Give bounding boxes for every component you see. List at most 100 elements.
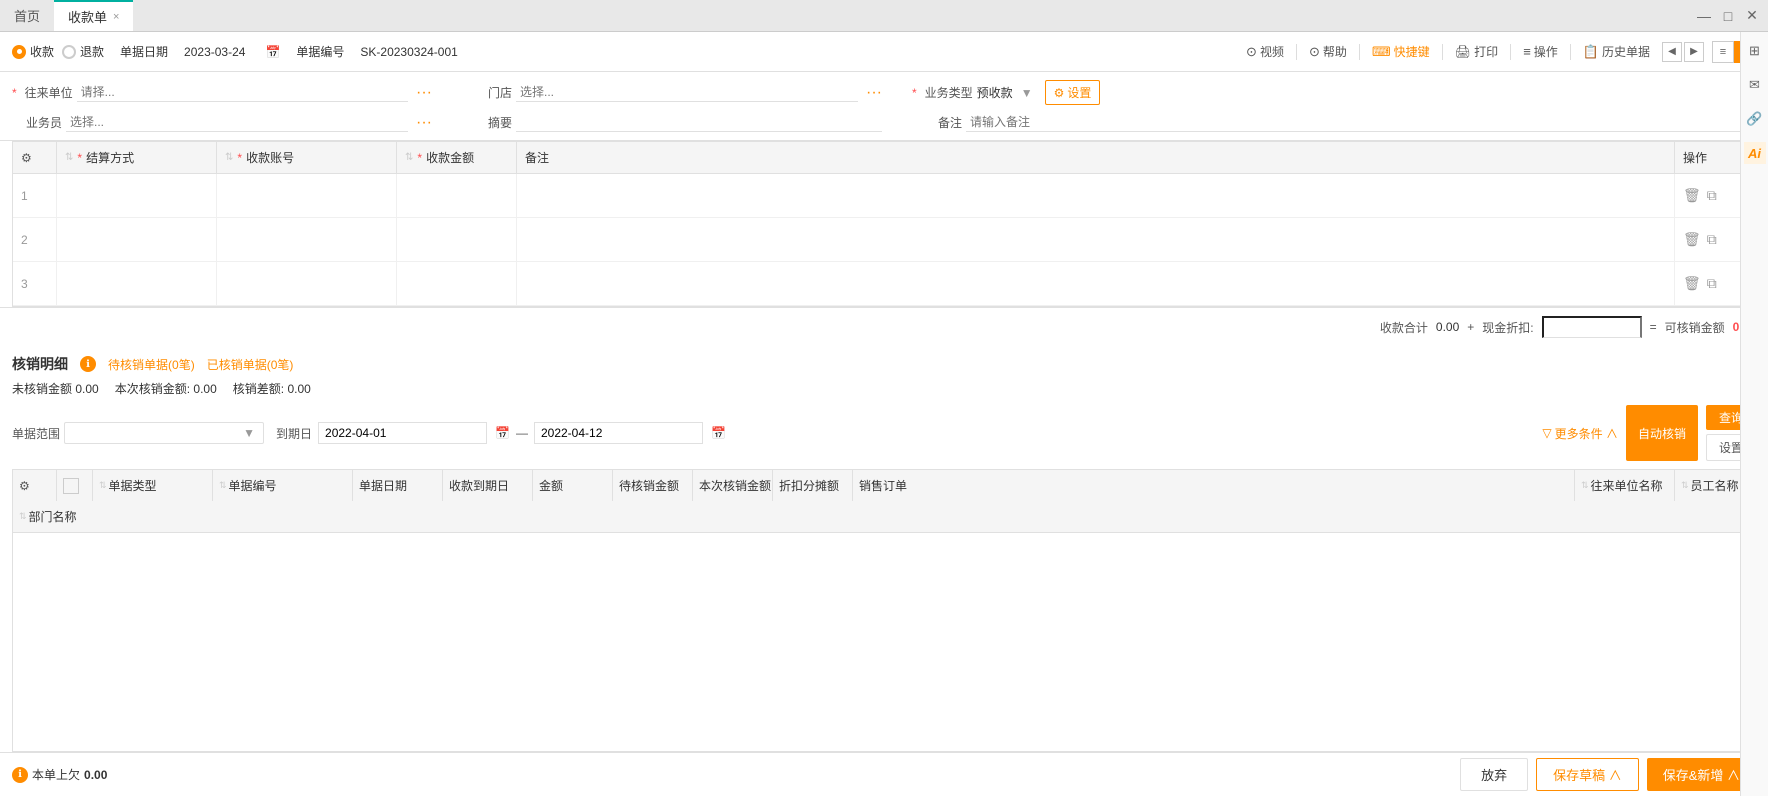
verify-header-checkbox[interactable] <box>63 478 79 494</box>
amount-sort[interactable]: ⇅ <box>405 152 413 163</box>
store-input[interactable] <box>516 83 858 102</box>
counterpart-input[interactable] <box>77 83 408 102</box>
verify-info-icon[interactable]: ℹ <box>80 356 96 372</box>
verify-filter-row: 单据范围 ▼ 到期日 📅 — 📅 ▽ <box>12 405 1756 461</box>
vth-dept-name: ⇅ 部门名称 <box>13 501 57 532</box>
amount-req: * <box>417 151 422 165</box>
row3-amount[interactable] <box>397 262 517 305</box>
discount-input[interactable] <box>1542 316 1642 338</box>
shortcut-icon: ⌨ <box>1372 44 1391 60</box>
sidebar-table-icon[interactable]: ⊞ <box>1744 40 1766 62</box>
prev-arrow[interactable]: ◀ <box>1662 42 1682 62</box>
sidebar-mail-icon[interactable]: ✉ <box>1744 74 1766 96</box>
salesperson-input[interactable] <box>66 113 408 132</box>
shortcut-button[interactable]: ⌨ 快捷键 <box>1368 41 1434 62</box>
print-button[interactable]: 🖨 打印 <box>1451 41 1503 62</box>
bill-date-calendar-icon[interactable]: 📅 <box>265 45 280 59</box>
bottom-info: ℹ 本单上欠 0.00 <box>12 766 107 783</box>
summary-input[interactable] <box>516 113 882 132</box>
range-select[interactable]: ▼ <box>64 422 264 444</box>
more-conditions-btn[interactable]: ▽ 更多条件 ∧ <box>1542 405 1618 461</box>
counterpart-more-btn[interactable]: ··· <box>416 84 432 102</box>
employee-name-sort[interactable]: ⇅ <box>1681 480 1689 491</box>
vth-sales-order: 销售订单 <box>853 470 1575 501</box>
row1-copy-icon[interactable]: ⧉ <box>1707 187 1717 204</box>
refund-radio[interactable]: 退款 <box>62 43 104 60</box>
row1-delete-icon[interactable]: 🗑 <box>1683 187 1701 204</box>
bill-no-sort[interactable]: ⇅ <box>219 480 227 491</box>
counterpart-name-sort[interactable]: ⇅ <box>1581 480 1589 491</box>
row3-settlement[interactable] <box>57 262 217 305</box>
history-button[interactable]: 📋 历史单据 <box>1579 41 1654 62</box>
due-date-start-input[interactable] <box>318 422 487 444</box>
completed-tab[interactable]: 已核销单据(0笔) <box>207 356 294 373</box>
range-label: 单据范围 <box>12 425 60 442</box>
row2-settlement[interactable] <box>57 218 217 261</box>
bill-no-label: 单据编号 <box>296 43 344 60</box>
row3-remark[interactable] <box>517 262 1675 305</box>
due-date-start-cal-icon[interactable]: 📅 <box>495 426 510 440</box>
next-arrow[interactable]: ▶ <box>1684 42 1704 62</box>
verify-header: 核销明细 ℹ 待核销单据(0笔) 已核销单据(0笔) <box>12 354 1756 374</box>
business-type-arrow[interactable]: ▼ <box>1021 86 1033 100</box>
store-more-btn[interactable]: ··· <box>866 84 882 102</box>
vth-bill-type: ⇅ 单据类型 <box>93 470 213 501</box>
vth-due-date: 收款到期日 <box>443 470 533 501</box>
due-date-end-input[interactable] <box>534 422 703 444</box>
account-sort[interactable]: ⇅ <box>225 152 233 163</box>
tab-receipt[interactable]: 收款单 × <box>54 0 133 31</box>
due-date-end-cal-icon[interactable]: 📅 <box>711 426 726 440</box>
help-button[interactable]: ⊙ 帮助 <box>1305 41 1351 62</box>
pending-tab[interactable]: 待核销单据(0笔) <box>108 356 195 373</box>
salesperson-more-btn[interactable]: ··· <box>416 114 432 132</box>
row2-copy-icon[interactable]: ⧉ <box>1707 231 1717 248</box>
row2-remark[interactable] <box>517 218 1675 261</box>
row1-settlement[interactable] <box>57 174 217 217</box>
row1-amount[interactable] <box>397 174 517 217</box>
table-gear-icon[interactable]: ⚙ <box>21 151 32 165</box>
sidebar-link-icon[interactable]: 🔗 <box>1744 108 1766 130</box>
verifiable-label: 可核销金额 <box>1665 319 1725 336</box>
sidebar-ai-icon[interactable]: Ai <box>1744 142 1766 164</box>
auto-verify-button[interactable]: 自动核销 <box>1626 405 1698 461</box>
video-button[interactable]: ⊙ 视频 <box>1242 41 1288 62</box>
row3-delete-icon[interactable]: 🗑 <box>1683 275 1701 292</box>
tab-receipt-close[interactable]: × <box>113 11 119 23</box>
bill-type-sort[interactable]: ⇅ <box>99 480 107 491</box>
settings-icon: ⚙ <box>1054 86 1065 100</box>
receipt-radio[interactable]: 收款 <box>12 43 54 60</box>
maximize-button[interactable]: □ <box>1720 8 1736 24</box>
remark-input[interactable] <box>966 113 1756 132</box>
verify-gear-icon[interactable]: ⚙ <box>19 479 30 493</box>
dept-name-sort[interactable]: ⇅ <box>19 511 27 522</box>
history-icon: 📋 <box>1583 44 1599 60</box>
vth-bill-no: ⇅ 单据编号 <box>213 470 353 501</box>
table-row: 1 🗑 ⧉ <box>13 174 1755 218</box>
refund-radio-circle <box>62 45 76 59</box>
abandon-button[interactable]: 放弃 <box>1460 758 1528 791</box>
th-amount: ⇅ * 收款金额 <box>397 142 517 173</box>
summary-field: 摘要 <box>462 113 882 132</box>
tab-home[interactable]: 首页 <box>0 0 54 31</box>
row2-account[interactable] <box>217 218 397 261</box>
vth-pending-amount: 待核销金额 <box>613 470 693 501</box>
row1-remark[interactable] <box>517 174 1675 217</box>
vth-counterpart-name: ⇅ 往来单位名称 <box>1575 470 1675 501</box>
row2-amount[interactable] <box>397 218 517 261</box>
row3-copy-icon[interactable]: ⧉ <box>1707 275 1717 292</box>
row1-account[interactable] <box>217 174 397 217</box>
form-area: * 往来单位 ··· 门店 ··· * 业务类型 预收款 ▼ ⚙ <box>0 72 1768 141</box>
row2-delete-icon[interactable]: 🗑 <box>1683 231 1701 248</box>
settlement-sort[interactable]: ⇅ <box>65 152 73 163</box>
verification-section: 核销明细 ℹ 待核销单据(0笔) 已核销单据(0笔) 未核销金额 0.00 本次… <box>0 346 1768 752</box>
bottom-info-icon[interactable]: ℹ <box>12 767 28 783</box>
list-view-btn[interactable]: ≡ <box>1712 41 1734 63</box>
operation-button[interactable]: ≡ 操作 <box>1519 41 1562 62</box>
verify-table: ⚙ ⇅ 单据类型 ⇅ 单据编号 单据日期 收款到期日 <box>12 469 1756 752</box>
row3-account[interactable] <box>217 262 397 305</box>
save-draft-button[interactable]: 保存草稿 ∧ <box>1536 758 1639 791</box>
close-button[interactable]: ✕ <box>1744 8 1760 24</box>
current-verify-stat: 本次核销金额: 0.00 <box>115 380 217 397</box>
minimize-button[interactable]: — <box>1696 8 1712 24</box>
form-settings-btn[interactable]: ⚙ ⚙ 设置 设置 <box>1045 80 1101 105</box>
